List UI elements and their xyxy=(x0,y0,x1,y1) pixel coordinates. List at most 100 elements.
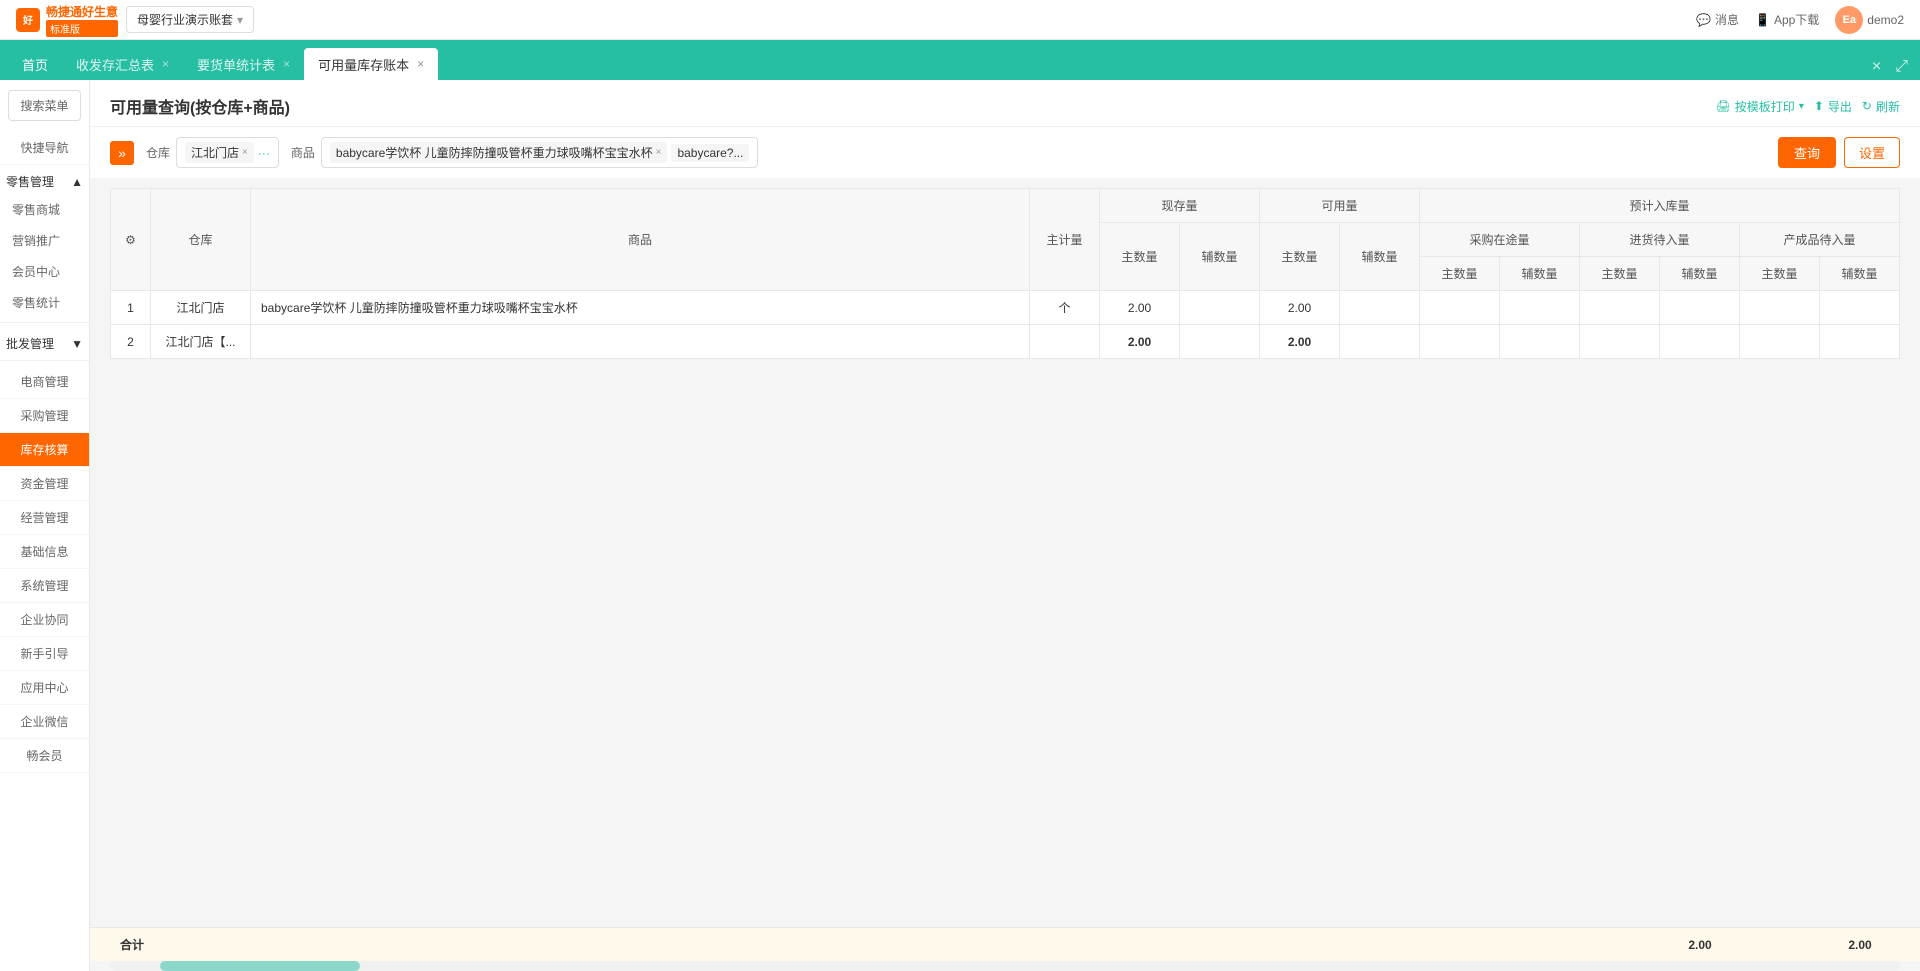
sidebar-item-inventory[interactable]: 库存核算 xyxy=(0,433,89,467)
tab-receive-summary[interactable]: 收发存汇总表 × xyxy=(62,48,183,80)
th-stock-aux: 辅数量 xyxy=(1180,223,1260,291)
warehouse-more-dots[interactable]: ··· xyxy=(258,146,270,160)
row2-production-main xyxy=(1740,325,1820,359)
sidebar-item-quicknav[interactable]: 快捷导航 xyxy=(0,131,89,165)
product-tag-2: babycare?... xyxy=(671,144,749,162)
horizontal-scrollbar[interactable] xyxy=(110,961,1900,971)
sidebar-item-finance[interactable]: 资金管理 xyxy=(0,467,89,501)
sidebar-item-enterprise[interactable]: 企业协同 xyxy=(0,603,89,637)
sidebar-section-retail[interactable]: 零售管理 ▲ xyxy=(0,165,89,194)
sidebar-item-vip[interactable]: 畅会员 xyxy=(0,739,89,773)
sidebar-item-marketing[interactable]: 营销推广 xyxy=(0,225,89,256)
top-bar-left: 好 畅捷通好生意 标准版 母婴行业演示账套 ▾ xyxy=(16,3,254,37)
search-menu-btn[interactable]: 搜索菜单 xyxy=(8,90,81,121)
th-warehouse: 仓库 xyxy=(151,189,251,291)
maximize-btn[interactable]: ⤢ xyxy=(1891,54,1912,80)
product-label: 商品 xyxy=(291,144,315,161)
sidebar-item-operations[interactable]: 经营管理 xyxy=(0,501,89,535)
row2-incoming-main xyxy=(1580,325,1660,359)
th-settings-icon[interactable]: ⚙ xyxy=(111,189,151,291)
tab-order-stats[interactable]: 要货单统计表 × xyxy=(183,48,304,80)
sidebar-item-newbie[interactable]: 新手引导 xyxy=(0,637,89,671)
tab-close-order[interactable]: × xyxy=(283,57,290,71)
sidebar: 搜索菜单 快捷导航 零售管理 ▲ 零售商城 营销推广 会员中心 零售统计 批发管… xyxy=(0,80,90,971)
sidebar-item-ecommerce[interactable]: 电商管理 xyxy=(0,365,89,399)
tab-close-available[interactable]: × xyxy=(417,57,424,71)
row2-stock-main: 2.00 xyxy=(1100,325,1180,359)
row2-purchase-main xyxy=(1420,325,1500,359)
page-header: 可用量查询(按仓库+商品) 🖨 按模板打印 ▾ ⬆ 导出 ↻ 刷新 xyxy=(90,80,1920,126)
tab-bar: 首页 收发存汇总表 × 要货单统计表 × 可用量库存账本 × × ⤢ xyxy=(0,40,1920,80)
top-bar-right: 💬 消息 📱 App下载 Ea demo2 xyxy=(1696,6,1904,34)
row2-warehouse: 江北门店【... xyxy=(151,325,251,359)
th-purchase-group: 采购在途量 xyxy=(1420,223,1580,257)
tab-available-stock[interactable]: 可用量库存账本 × xyxy=(304,48,438,80)
product-input[interactable]: babycare学饮杯 儿童防摔防撞吸管杯重力球吸嘴杯宝宝水杯 × babyca… xyxy=(321,137,759,168)
th-incoming-group: 进货待入量 xyxy=(1580,223,1740,257)
data-table: ⚙ 仓库 商品 主计量 现存量 可用量 预计入库量 主数量 辅数量 主数量 辅数… xyxy=(110,188,1900,359)
industry-selector[interactable]: 母婴行业演示账套 ▾ xyxy=(126,6,254,33)
chevron-icon-wholesale: ▼ xyxy=(71,337,83,351)
tab-bar-right: × ⤢ xyxy=(1868,54,1912,80)
row1-product: babycare学饮杯 儿童防摔防撞吸管杯重力球吸嘴杯宝宝水杯 xyxy=(251,291,1030,325)
sidebar-item-system[interactable]: 系统管理 xyxy=(0,569,89,603)
th-forecast-group: 预计入库量 xyxy=(1420,189,1900,223)
th-purchase-aux: 辅数量 xyxy=(1500,257,1580,291)
template-print-btn[interactable]: 🖨 按模板打印 ▾ xyxy=(1716,98,1804,115)
sidebar-search-area: 搜索菜单 xyxy=(0,80,89,131)
th-product: 商品 xyxy=(251,189,1030,291)
app-download-btn[interactable]: 📱 App下载 xyxy=(1755,11,1819,28)
print-icon: 🖨 xyxy=(1716,99,1731,113)
filter-expand-btn[interactable]: » xyxy=(110,141,134,165)
row1-available-main: 2.00 xyxy=(1260,291,1340,325)
avatar: Ea xyxy=(1835,6,1863,34)
refresh-btn[interactable]: ↻ 刷新 xyxy=(1862,98,1900,115)
sidebar-item-wechat[interactable]: 企业微信 xyxy=(0,705,89,739)
row2-available-main: 2.00 xyxy=(1260,325,1340,359)
main-layout: 搜索菜单 快捷导航 零售管理 ▲ 零售商城 营销推广 会员中心 零售统计 批发管… xyxy=(0,80,1920,971)
filter-actions: 查询 设置 xyxy=(1778,137,1900,168)
th-incoming-aux: 辅数量 xyxy=(1660,257,1740,291)
sidebar-item-retail-mall[interactable]: 零售商城 xyxy=(0,194,89,225)
divider-2 xyxy=(0,360,89,361)
product-tag-1-close[interactable]: × xyxy=(656,147,662,158)
sidebar-item-basic[interactable]: 基础信息 xyxy=(0,535,89,569)
th-available-main: 主数量 xyxy=(1260,223,1340,291)
row2-purchase-aux xyxy=(1500,325,1580,359)
sidebar-item-member[interactable]: 会员中心 xyxy=(0,256,89,287)
message-btn[interactable]: 💬 消息 xyxy=(1696,11,1739,28)
message-icon: 💬 xyxy=(1696,13,1711,27)
tab-close-receive[interactable]: × xyxy=(162,57,169,71)
logo-icon: 好 xyxy=(16,8,40,32)
footer-available-main: 2.00 xyxy=(1820,938,1900,952)
export-btn[interactable]: ⬆ 导出 xyxy=(1814,98,1852,115)
page-actions: 🖨 按模板打印 ▾ ⬆ 导出 ↻ 刷新 xyxy=(1716,98,1900,115)
query-button[interactable]: 查询 xyxy=(1778,137,1836,168)
warehouse-tag-close[interactable]: × xyxy=(242,147,248,158)
product-filter: 商品 babycare学饮杯 儿童防摔防撞吸管杯重力球吸嘴杯宝宝水杯 × bab… xyxy=(291,137,759,168)
logo-area: 好 畅捷通好生意 标准版 xyxy=(16,3,118,37)
chevron-down-icon: ▾ xyxy=(1799,101,1804,112)
row2-production-aux xyxy=(1820,325,1900,359)
user-menu[interactable]: Ea demo2 xyxy=(1835,6,1904,34)
row1-production-aux xyxy=(1820,291,1900,325)
sidebar-item-appstore[interactable]: 应用中心 xyxy=(0,671,89,705)
th-available-group: 可用量 xyxy=(1260,189,1420,223)
tab-home[interactable]: 首页 xyxy=(8,48,62,80)
row2-unit xyxy=(1030,325,1100,359)
sidebar-item-purchase[interactable]: 采购管理 xyxy=(0,399,89,433)
row1-purchase-main xyxy=(1420,291,1500,325)
th-purchase-main: 主数量 xyxy=(1420,257,1500,291)
th-production-group: 产成品待入量 xyxy=(1740,223,1900,257)
row1-unit: 个 xyxy=(1030,291,1100,325)
sidebar-item-retail-stats[interactable]: 零售统计 xyxy=(0,287,89,318)
th-production-aux: 辅数量 xyxy=(1820,257,1900,291)
sidebar-section-wholesale[interactable]: 批发管理 ▼ xyxy=(0,327,89,356)
close-tab-btn[interactable]: × xyxy=(1868,54,1885,80)
warehouse-tag: 江北门店 × xyxy=(185,142,254,163)
chevron-down-icon: ▾ xyxy=(237,13,243,27)
warehouse-input[interactable]: 江北门店 × ··· xyxy=(176,137,279,168)
table-row: 2 江北门店【... 2.00 2.00 xyxy=(111,325,1900,359)
settings-button[interactable]: 设置 xyxy=(1844,137,1900,168)
row2-incoming-aux xyxy=(1660,325,1740,359)
